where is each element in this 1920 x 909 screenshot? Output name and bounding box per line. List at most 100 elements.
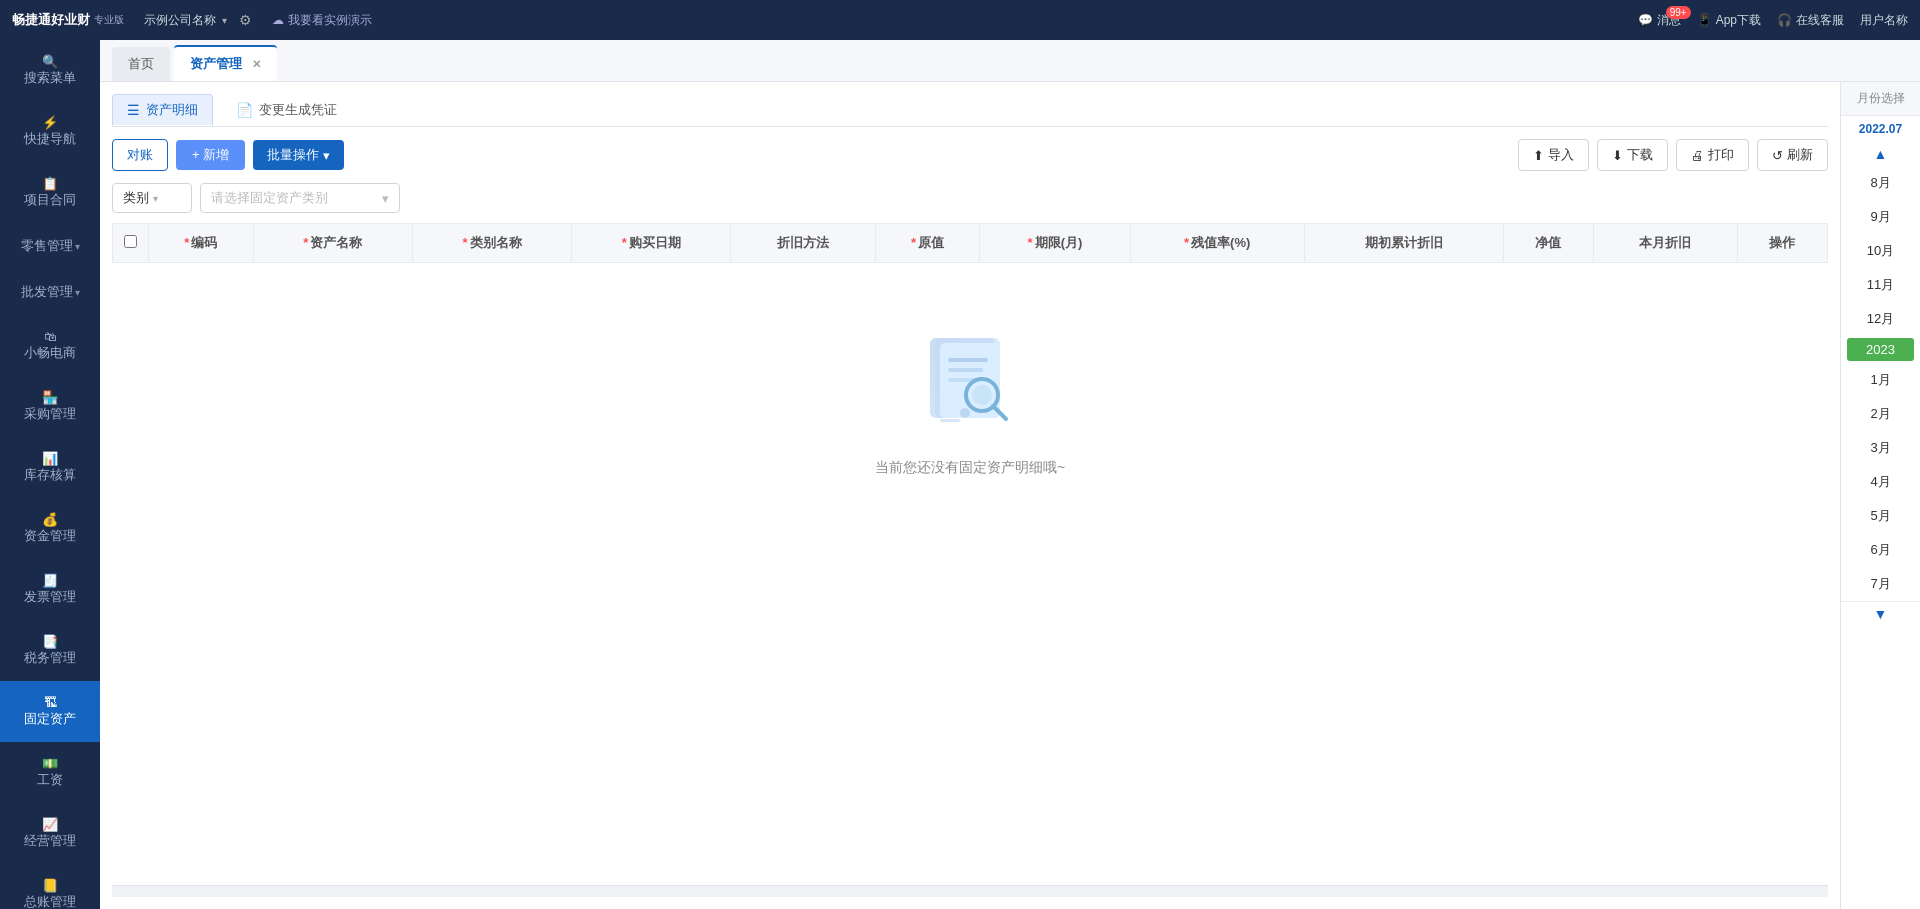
main-layout: 🔍 搜索菜单 ⚡ 快捷导航 📋 项目合同 零售管理 ▾ 批发管理 ▾ 🛍 小畅电… (0, 40, 1920, 909)
month-item-6[interactable]: 6月 (1841, 533, 1920, 567)
month-item-10[interactable]: 10月 (1841, 234, 1920, 268)
print-button[interactable]: 🖨 打印 (1676, 139, 1749, 171)
month-item-8[interactable]: 8月 (1841, 166, 1920, 200)
col-purchase-date: *购买日期 (572, 224, 731, 263)
svg-rect-4 (948, 368, 983, 372)
empty-text: 当前您还没有固定资产明细哦~ (875, 459, 1065, 477)
tab-asset-management[interactable]: 资产管理 ✕ (174, 45, 277, 81)
col-name: *资产名称 (253, 224, 412, 263)
category-input[interactable]: 请选择固定资产类别 ▾ (200, 183, 400, 213)
col-residual-rate: *残值率(%) (1130, 224, 1304, 263)
year-badge-2023[interactable]: 2023 (1847, 338, 1914, 361)
tab-asset-management-label: 资产管理 (190, 56, 242, 71)
sidebar-item-ledger[interactable]: 📒 总账管理 (0, 864, 100, 909)
sidebar-item-label: 税务管理 (8, 649, 92, 667)
sidebar-item-search[interactable]: 🔍 搜索菜单 (0, 40, 100, 101)
settings-icon[interactable]: ⚙ (239, 12, 252, 28)
demo-link[interactable]: ☁ 我要看实例演示 (272, 12, 372, 29)
app-download-button[interactable]: 📱 App下载 (1697, 12, 1761, 29)
month-item-2[interactable]: 2月 (1841, 397, 1920, 431)
company-selector[interactable]: 示例公司名称 ▾ (144, 12, 227, 29)
svg-rect-10 (940, 419, 960, 422)
online-service-label: 在线客服 (1796, 12, 1844, 29)
user-name: 用户名称 (1860, 12, 1908, 29)
tab-home[interactable]: 首页 (112, 47, 170, 81)
month-item-3[interactable]: 3月 (1841, 431, 1920, 465)
print-icon: 🖨 (1691, 148, 1704, 163)
sidebar-item-label: 经营管理 (8, 832, 92, 850)
sidebar-item-fixed-assets[interactable]: 🏗 固定资产 (0, 681, 100, 742)
fixed-assets-icon: 🏗 (8, 695, 92, 710)
month-nav-up[interactable]: ▲ (1841, 142, 1920, 166)
tab-close-icon[interactable]: ✕ (252, 58, 261, 70)
checkbox-header[interactable] (113, 224, 149, 263)
app-download-label: App下载 (1716, 12, 1761, 29)
purchase-icon: 🏪 (8, 390, 92, 405)
month-item-7[interactable]: 7月 (1841, 567, 1920, 601)
online-service-button[interactable]: 🎧 在线客服 (1777, 12, 1844, 29)
chevron-down-icon: ▾ (75, 241, 80, 252)
sidebar-item-label: 工资 (8, 771, 92, 789)
sidebar-item-tax[interactable]: 📑 税务管理 (0, 620, 100, 681)
print-label: 打印 (1708, 146, 1734, 164)
select-all-checkbox[interactable] (124, 235, 137, 248)
tab-bar: 首页 资产管理 ✕ (100, 40, 1920, 82)
category-label: 类别 (123, 189, 149, 207)
ledger-icon: 📒 (8, 878, 92, 893)
month-item-1[interactable]: 1月 (1841, 363, 1920, 397)
demo-label: 我要看实例演示 (288, 12, 372, 29)
sidebar-item-wholesale[interactable]: 批发管理 ▾ (0, 269, 100, 315)
sub-tab-change-voucher[interactable]: 📄 变更生成凭证 (221, 94, 352, 126)
sub-tabs: ☰ 资产明细 📄 变更生成凭证 (112, 94, 1828, 127)
app-edition: 专业版 (94, 13, 124, 27)
month-item-4[interactable]: 4月 (1841, 465, 1920, 499)
sidebar-item-label: 总账管理 (8, 893, 92, 909)
sidebar-item-invoice[interactable]: 🧾 发票管理 (0, 559, 100, 620)
bottom-scrollbar[interactable] (112, 885, 1828, 897)
sidebar-item-label: 库存核算 (8, 466, 92, 484)
message-badge: 99+ (1666, 6, 1691, 19)
month-panel: 月份选择 2022.07 ▲ 8月 9月 10月 11月 12月 2023 1月… (1840, 82, 1920, 909)
refresh-label: 刷新 (1787, 146, 1813, 164)
sidebar-item-inventory[interactable]: 📊 库存核算 (0, 437, 100, 498)
reconcile-button[interactable]: 对账 (112, 139, 168, 171)
sidebar-item-label: 项目合同 (8, 191, 92, 209)
month-item-12[interactable]: 12月 (1841, 302, 1920, 336)
import-button[interactable]: ⬆ 导入 (1518, 139, 1589, 171)
month-item-5[interactable]: 5月 (1841, 499, 1920, 533)
toolbar: 对账 + 新增 批量操作 ▾ ⬆ 导入 ⬇ 下载 (112, 139, 1828, 171)
sidebar-item-salary[interactable]: 💵 工资 (0, 742, 100, 803)
month-nav-down[interactable]: ▼ (1841, 601, 1920, 626)
download-icon: ⬇ (1612, 148, 1623, 163)
col-depreciation-method: 折旧方法 (731, 224, 875, 263)
category-select[interactable]: 类别 ▾ (112, 183, 192, 213)
sidebar-item-retail[interactable]: 零售管理 ▾ (0, 223, 100, 269)
sidebar-item-label: 批发管理 (21, 283, 73, 301)
month-item-9[interactable]: 9月 (1841, 200, 1920, 234)
batch-button[interactable]: 批量操作 ▾ (253, 140, 344, 170)
add-button[interactable]: + 新增 (176, 140, 245, 170)
sidebar-item-project[interactable]: 📋 项目合同 (0, 162, 100, 223)
sidebar-item-purchase[interactable]: 🏪 采购管理 (0, 376, 100, 437)
table-header-row: *编码 *资产名称 *类别名称 *购买日期 折旧方法 *原值 *期限(月) *残… (113, 224, 1828, 263)
inventory-icon: 📊 (8, 451, 92, 466)
message-button[interactable]: 💬 消息 99+ (1638, 12, 1681, 29)
search-icon: 🔍 (8, 54, 92, 69)
month-item-11[interactable]: 11月 (1841, 268, 1920, 302)
sub-tab-asset-detail[interactable]: ☰ 资产明细 (112, 94, 213, 126)
chevron-down-icon: ▾ (222, 15, 227, 26)
refresh-button[interactable]: ↺ 刷新 (1757, 139, 1828, 171)
table-scroll-area[interactable]: *编码 *资产名称 *类别名称 *购买日期 折旧方法 *原值 *期限(月) *残… (112, 223, 1828, 885)
sub-tab-change-voucher-label: 变更生成凭证 (259, 101, 337, 119)
chevron-down-icon: ▾ (75, 287, 80, 298)
month-year-label[interactable]: 2022.07 (1841, 116, 1920, 142)
dropdown-arrow-icon: ▾ (382, 191, 389, 206)
sidebar-item-finance[interactable]: 💰 资金管理 (0, 498, 100, 559)
finance-icon: 💰 (8, 512, 92, 527)
sidebar-item-label: 固定资产 (8, 710, 92, 728)
sidebar-item-quick-nav[interactable]: ⚡ 快捷导航 (0, 101, 100, 162)
download-button[interactable]: ⬇ 下载 (1597, 139, 1668, 171)
sidebar-item-ecommerce[interactable]: 🛍 小畅电商 (0, 315, 100, 376)
empty-state: 当前您还没有固定资产明细哦~ (113, 263, 1828, 537)
sidebar-item-management[interactable]: 📈 经营管理 (0, 803, 100, 864)
